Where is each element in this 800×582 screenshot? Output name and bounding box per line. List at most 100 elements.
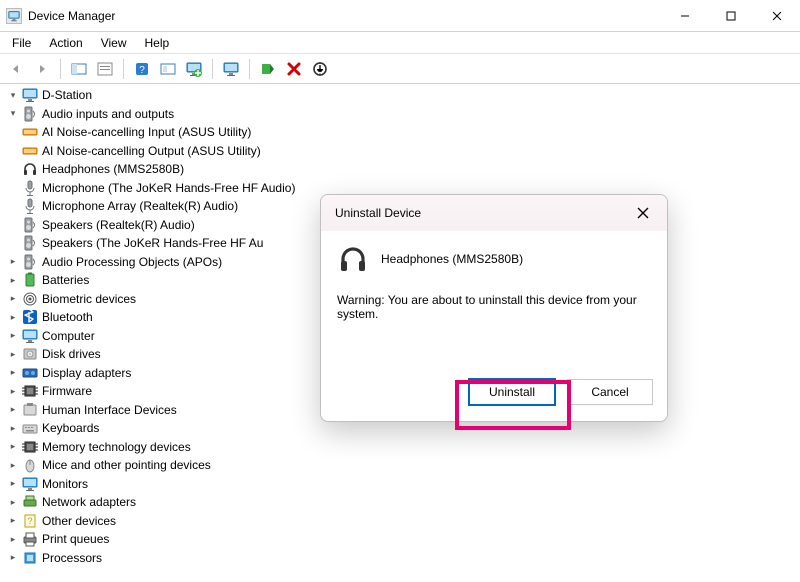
category-firmware[interactable]: Firmware	[42, 384, 92, 398]
expand-toggle[interactable]: ▸	[6, 551, 20, 565]
category-hid[interactable]: Human Interface Devices	[42, 403, 177, 417]
chip-icon	[22, 439, 38, 455]
category-network[interactable]: Network adapters	[42, 495, 136, 509]
minimize-button[interactable]	[662, 0, 708, 31]
menu-action[interactable]: Action	[41, 34, 90, 52]
other-icon	[22, 513, 38, 529]
expand-toggle[interactable]: ▸	[6, 458, 20, 472]
hid-icon	[22, 402, 38, 418]
speaker-icon	[22, 106, 38, 122]
monitor-icon	[22, 476, 38, 492]
expand-toggle[interactable]: ▸	[6, 440, 20, 454]
dialog-warning-text: Warning: You are about to uninstall this…	[337, 293, 651, 321]
computer-icon	[22, 328, 38, 344]
close-button[interactable]	[754, 0, 800, 31]
dialog-title-text: Uninstall Device	[335, 206, 421, 220]
window-title: Device Manager	[28, 9, 662, 23]
speaker-icon	[22, 217, 38, 233]
expand-toggle[interactable]: ▸	[6, 347, 20, 361]
category-batteries[interactable]: Batteries	[42, 273, 89, 287]
expand-toggle[interactable]: ▸	[6, 310, 20, 324]
app-icon	[6, 8, 22, 24]
tree-root-label[interactable]: D-Station	[42, 88, 92, 102]
expand-toggle[interactable]: ▸	[6, 532, 20, 546]
dialog-device-name: Headphones (MMS2580B)	[381, 252, 523, 266]
category-other[interactable]: Other devices	[42, 514, 116, 528]
headphone-icon	[22, 161, 38, 177]
microphone-icon	[22, 180, 38, 196]
action-toolbar-button[interactable]	[156, 57, 180, 81]
uninstall-button[interactable]: Uninstall	[469, 379, 555, 405]
expand-toggle[interactable]: ▸	[6, 495, 20, 509]
device-ai-noise-input[interactable]: AI Noise-cancelling Input (ASUS Utility)	[42, 125, 251, 139]
uninstall-device-toolbar-button[interactable]	[282, 57, 306, 81]
back-button[interactable]	[4, 57, 28, 81]
category-keyboards[interactable]: Keyboards	[42, 421, 99, 435]
asus-icon	[22, 143, 38, 159]
window-controls	[662, 0, 800, 31]
category-audio-io[interactable]: Audio inputs and outputs	[42, 107, 174, 121]
properties-toolbar-button[interactable]	[93, 57, 117, 81]
category-memtech[interactable]: Memory technology devices	[42, 440, 191, 454]
device-mic-joker[interactable]: Microphone (The JoKeR Hands-Free HF Audi…	[42, 181, 295, 195]
help-toolbar-button[interactable]: ?	[130, 57, 154, 81]
expand-toggle[interactable]: ▸	[6, 477, 20, 491]
toolbar: ?	[0, 54, 800, 84]
category-print[interactable]: Print queues	[42, 532, 109, 546]
category-apos[interactable]: Audio Processing Objects (APOs)	[42, 255, 222, 269]
speaker-icon	[22, 254, 38, 270]
device-speakers-joker[interactable]: Speakers (The JoKeR Hands-Free HF Au	[42, 236, 263, 250]
battery-icon	[22, 272, 38, 288]
speaker-icon	[22, 235, 38, 251]
printer-icon	[22, 531, 38, 547]
uninstall-dialog: Uninstall Device Headphones (MMS2580B) W…	[320, 194, 668, 422]
device-ai-noise-output[interactable]: AI Noise-cancelling Output (ASUS Utility…	[42, 144, 261, 158]
expand-toggle[interactable]: ▸	[6, 292, 20, 306]
category-mice[interactable]: Mice and other pointing devices	[42, 458, 211, 472]
expand-toggle[interactable]: ▸	[6, 273, 20, 287]
computer-icon	[22, 87, 38, 103]
cpu-icon	[22, 550, 38, 566]
category-disk[interactable]: Disk drives	[42, 347, 101, 361]
keyboard-icon	[22, 420, 38, 436]
forward-button[interactable]	[30, 57, 54, 81]
cancel-button[interactable]: Cancel	[567, 379, 653, 405]
headphone-icon	[337, 243, 369, 275]
mouse-icon	[22, 457, 38, 473]
toolbar-separator	[123, 59, 124, 79]
expand-toggle[interactable]: ▸	[6, 514, 20, 528]
expand-toggle[interactable]: ▾	[6, 107, 20, 121]
device-mic-array[interactable]: Microphone Array (Realtek(R) Audio)	[42, 199, 238, 213]
category-biometric[interactable]: Biometric devices	[42, 292, 136, 306]
category-computer[interactable]: Computer	[42, 329, 95, 343]
expand-toggle[interactable]: ▸	[6, 421, 20, 435]
category-processors[interactable]: Processors	[42, 551, 102, 565]
expand-toggle[interactable]: ▸	[6, 366, 20, 380]
enable-device-button[interactable]	[256, 57, 280, 81]
scan-hardware-button[interactable]	[219, 57, 243, 81]
fingerprint-icon	[22, 291, 38, 307]
disable-device-button[interactable]	[308, 57, 332, 81]
category-monitors[interactable]: Monitors	[42, 477, 88, 491]
menu-help[interactable]: Help	[137, 34, 178, 52]
menu-view[interactable]: View	[93, 34, 135, 52]
expand-toggle[interactable]: ▸	[6, 403, 20, 417]
expand-toggle[interactable]: ▸	[6, 255, 20, 269]
asus-icon	[22, 124, 38, 140]
device-headphones[interactable]: Headphones (MMS2580B)	[42, 162, 184, 176]
device-speakers-realtek[interactable]: Speakers (Realtek(R) Audio)	[42, 218, 195, 232]
menu-file[interactable]: File	[4, 34, 39, 52]
maximize-button[interactable]	[708, 0, 754, 31]
expand-toggle[interactable]: ▸	[6, 329, 20, 343]
expand-toggle[interactable]: ▸	[6, 384, 20, 398]
dialog-close-button[interactable]	[629, 199, 657, 227]
category-bluetooth[interactable]: Bluetooth	[42, 310, 93, 324]
show-hide-tree-button[interactable]	[67, 57, 91, 81]
bluetooth-icon	[22, 309, 38, 325]
toolbar-separator	[60, 59, 61, 79]
update-driver-button[interactable]	[182, 57, 206, 81]
category-display[interactable]: Display adapters	[42, 366, 131, 380]
expand-toggle[interactable]: ▾	[6, 88, 20, 102]
titlebar: Device Manager	[0, 0, 800, 32]
network-icon	[22, 494, 38, 510]
